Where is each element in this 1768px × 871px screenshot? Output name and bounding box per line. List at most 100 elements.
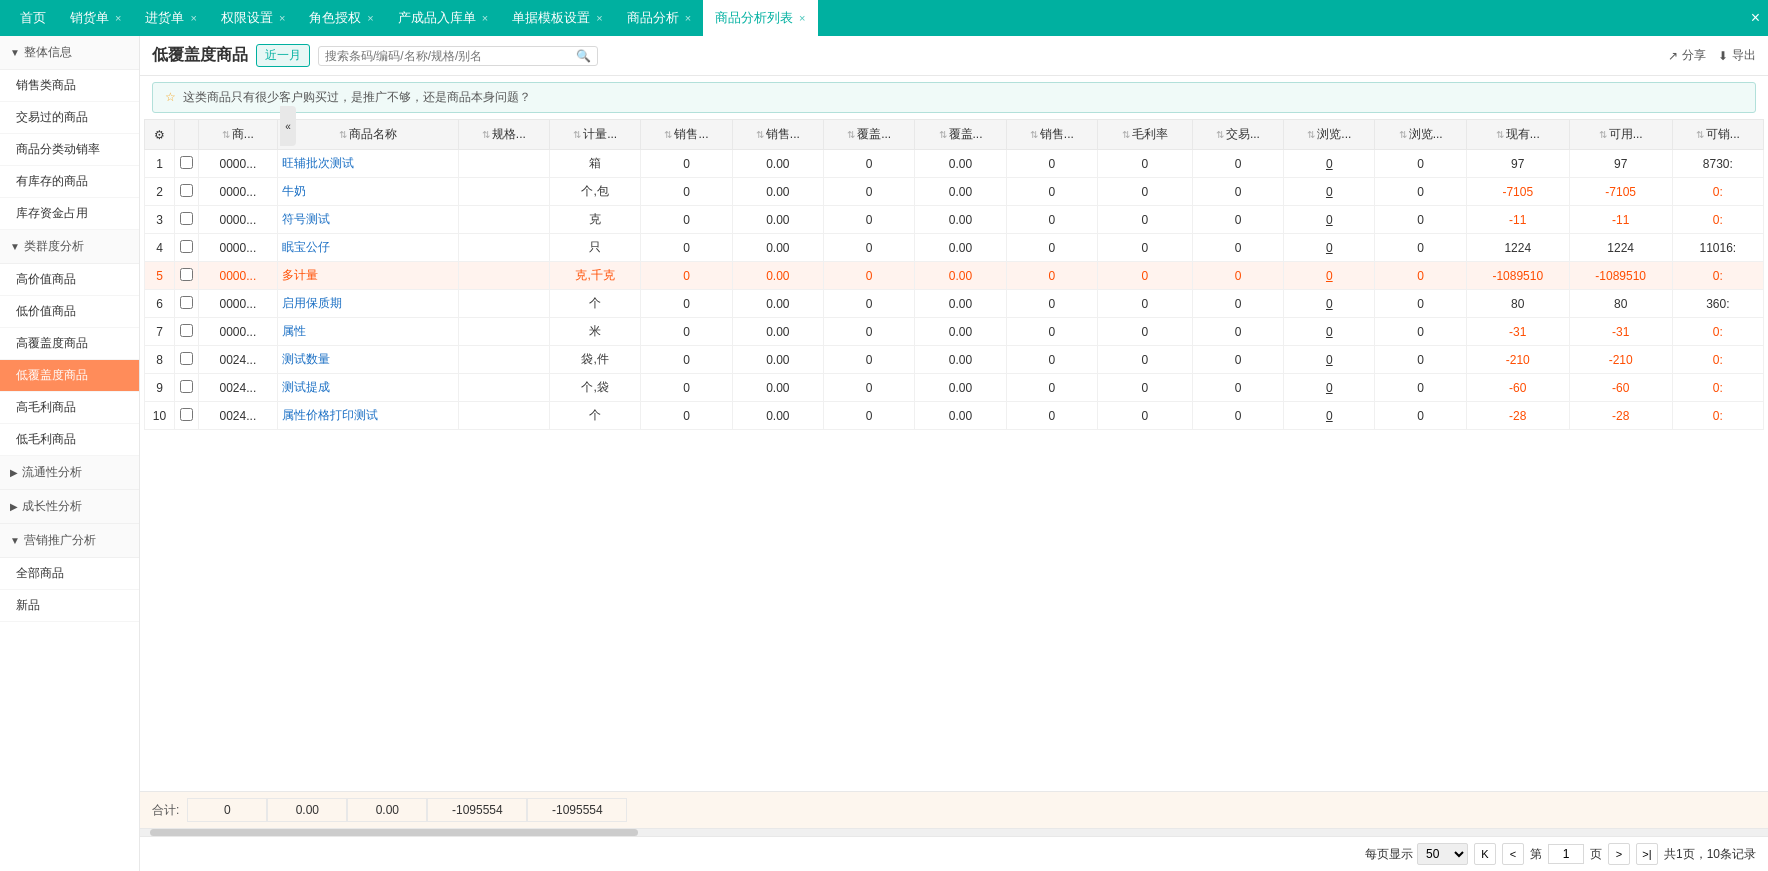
- row-name[interactable]: 旺辅批次测试: [277, 150, 458, 178]
- row-browse1[interactable]: 0: [1284, 402, 1375, 430]
- row-name[interactable]: 属性价格打印测试: [277, 402, 458, 430]
- next-page-button[interactable]: >: [1608, 843, 1630, 865]
- row-name[interactable]: 牛奶: [277, 178, 458, 206]
- sidebar-item-category-rate[interactable]: 商品分类动销率: [0, 134, 139, 166]
- row-checkbox[interactable]: [175, 318, 199, 346]
- th-cover2[interactable]: 覆盖...: [915, 120, 1006, 150]
- sidebar-item-new-goods[interactable]: 新品: [0, 590, 139, 622]
- close-icon[interactable]: ×: [279, 12, 285, 24]
- row-trade: 0: [1192, 290, 1283, 318]
- th-sales-count[interactable]: 销售...: [641, 120, 732, 150]
- close-icon[interactable]: ×: [115, 12, 121, 24]
- th-available[interactable]: 可用...: [1569, 120, 1672, 150]
- last-page-button[interactable]: >|: [1636, 843, 1658, 865]
- sidebar-section-growth[interactable]: ▶ 成长性分析: [0, 490, 139, 524]
- row-checkbox[interactable]: [175, 262, 199, 290]
- search-icon[interactable]: 🔍: [576, 49, 591, 63]
- sidebar-section-liquidity[interactable]: ▶ 流通性分析: [0, 456, 139, 490]
- row-browse1[interactable]: 0: [1284, 290, 1375, 318]
- row-browse1[interactable]: 0: [1284, 262, 1375, 290]
- row-available: 80: [1569, 290, 1672, 318]
- sidebar-section-overall[interactable]: ▼ 整体信息: [0, 36, 139, 70]
- sidebar-section-cluster[interactable]: ▼ 类群度分析: [0, 230, 139, 264]
- row-browse1[interactable]: 0: [1284, 150, 1375, 178]
- prev-page-button[interactable]: <: [1502, 843, 1524, 865]
- page-number-input[interactable]: [1548, 844, 1584, 864]
- th-cover1[interactable]: 覆盖...: [824, 120, 915, 150]
- row-browse1[interactable]: 0: [1284, 346, 1375, 374]
- close-all-tabs-button[interactable]: ×: [1751, 9, 1760, 27]
- th-code[interactable]: 商...: [199, 120, 278, 150]
- th-gross-rate[interactable]: 毛利率: [1098, 120, 1193, 150]
- row-checkbox[interactable]: [175, 178, 199, 206]
- sidebar-collapse-button[interactable]: «: [280, 106, 296, 146]
- row-browse1[interactable]: 0: [1284, 374, 1375, 402]
- share-button[interactable]: ↗ 分享: [1668, 47, 1706, 64]
- nav-tab-template[interactable]: 单据模板设置 ×: [500, 0, 614, 36]
- nav-tab-home[interactable]: 首页: [8, 0, 58, 36]
- horizontal-scrollbar[interactable]: [140, 828, 1768, 836]
- sidebar-item-all-goods[interactable]: 全部商品: [0, 558, 139, 590]
- close-icon[interactable]: ×: [367, 12, 373, 24]
- close-icon[interactable]: ×: [799, 12, 805, 24]
- sidebar-item-sales-goods[interactable]: 销售类商品: [0, 70, 139, 102]
- row-unit: 个: [549, 290, 640, 318]
- nav-tab-product[interactable]: 产成品入库单 ×: [386, 0, 500, 36]
- sidebar-item-high-value[interactable]: 高价值商品: [0, 264, 139, 296]
- sidebar-item-low-value[interactable]: 低价值商品: [0, 296, 139, 328]
- row-browse1[interactable]: 0: [1284, 318, 1375, 346]
- th-settings[interactable]: ⚙: [145, 120, 175, 150]
- th-browse2[interactable]: 浏览...: [1375, 120, 1466, 150]
- sidebar-item-low-margin[interactable]: 低毛利商品: [0, 424, 139, 456]
- row-browse1[interactable]: 0: [1284, 234, 1375, 262]
- close-icon[interactable]: ×: [482, 12, 488, 24]
- row-checkbox[interactable]: [175, 206, 199, 234]
- row-name[interactable]: 测试数量: [277, 346, 458, 374]
- row-checkbox[interactable]: [175, 402, 199, 430]
- row-name[interactable]: 眠宝公仔: [277, 234, 458, 262]
- nav-tab-role[interactable]: 角色授权 ×: [297, 0, 385, 36]
- row-name[interactable]: 符号测试: [277, 206, 458, 234]
- row-name[interactable]: 多计量: [277, 262, 458, 290]
- row-checkbox[interactable]: [175, 150, 199, 178]
- th-browse1[interactable]: 浏览...: [1284, 120, 1375, 150]
- row-browse1[interactable]: 0: [1284, 206, 1375, 234]
- th-sales-amount[interactable]: 销售...: [732, 120, 823, 150]
- sidebar-item-capital[interactable]: 库存资金占用: [0, 198, 139, 230]
- sidebar-item-high-coverage[interactable]: 高覆盖度商品: [0, 328, 139, 360]
- nav-tab-analysis-list[interactable]: 商品分析列表 ×: [703, 0, 817, 36]
- row-checkbox[interactable]: [175, 374, 199, 402]
- first-page-button[interactable]: K: [1474, 843, 1496, 865]
- export-button[interactable]: ⬇ 导出: [1718, 47, 1756, 64]
- page-size-dropdown[interactable]: 20 50 100: [1417, 843, 1468, 865]
- th-sellable[interactable]: 可销...: [1672, 120, 1763, 150]
- sidebar-item-low-coverage[interactable]: 低覆盖度商品: [0, 360, 139, 392]
- nav-tab-purchase[interactable]: 进货单 ×: [133, 0, 208, 36]
- th-trade[interactable]: 交易...: [1192, 120, 1283, 150]
- close-icon[interactable]: ×: [190, 12, 196, 24]
- th-unit[interactable]: 计量...: [549, 120, 640, 150]
- row-checkbox[interactable]: [175, 290, 199, 318]
- sidebar-section-marketing[interactable]: ▼ 营销推广分析: [0, 524, 139, 558]
- row-checkbox[interactable]: [175, 346, 199, 374]
- nav-tab-analysis[interactable]: 商品分析 ×: [615, 0, 703, 36]
- sidebar-item-in-stock[interactable]: 有库存的商品: [0, 166, 139, 198]
- th-spec[interactable]: 规格...: [458, 120, 549, 150]
- row-checkbox[interactable]: [175, 234, 199, 262]
- nav-tab-sales[interactable]: 销货单 ×: [58, 0, 133, 36]
- search-input[interactable]: [325, 49, 572, 63]
- row-name[interactable]: 属性: [277, 318, 458, 346]
- row-name[interactable]: 启用保质期: [277, 290, 458, 318]
- th-current[interactable]: 现有...: [1466, 120, 1569, 150]
- sidebar-item-traded-goods[interactable]: 交易过的商品: [0, 102, 139, 134]
- nav-tab-permission[interactable]: 权限设置 ×: [209, 0, 297, 36]
- row-name[interactable]: 测试提成: [277, 374, 458, 402]
- close-icon[interactable]: ×: [685, 12, 691, 24]
- period-button[interactable]: 近一月: [256, 44, 310, 67]
- scrollbar-thumb[interactable]: [150, 829, 638, 836]
- close-icon[interactable]: ×: [596, 12, 602, 24]
- sidebar-item-high-margin[interactable]: 高毛利商品: [0, 392, 139, 424]
- th-name[interactable]: 商品名称: [277, 120, 458, 150]
- th-sales2[interactable]: 销售...: [1006, 120, 1097, 150]
- row-browse1[interactable]: 0: [1284, 178, 1375, 206]
